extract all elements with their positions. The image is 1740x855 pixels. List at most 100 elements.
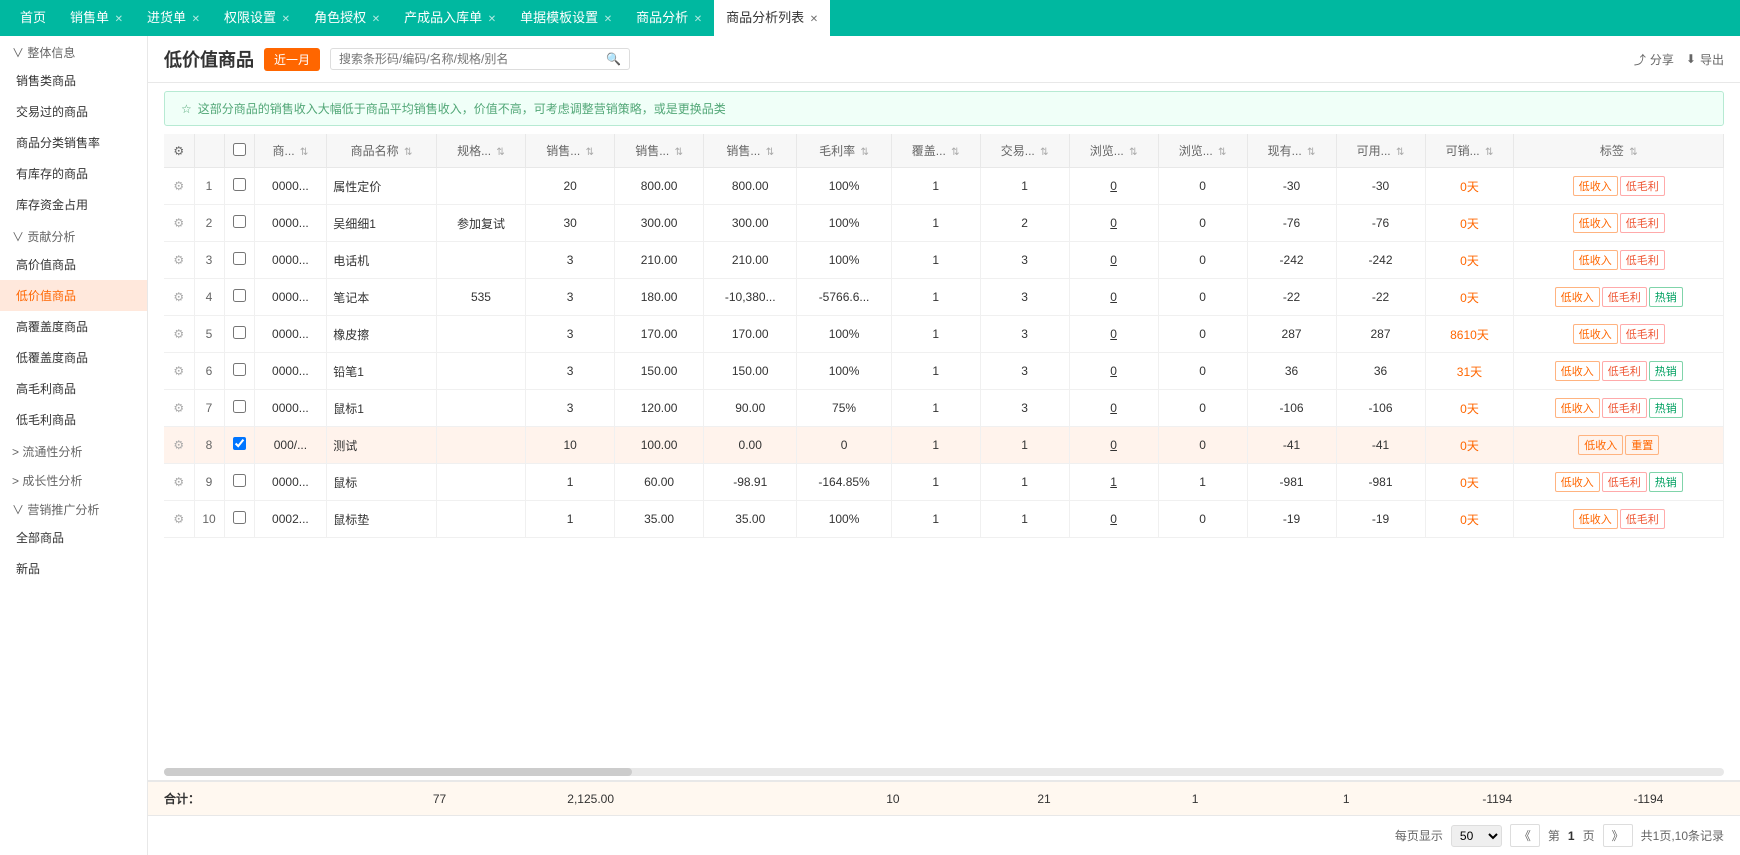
search-icon[interactable]: 🔍 xyxy=(606,52,621,66)
nav-home[interactable]: 首页 xyxy=(8,0,58,36)
sidebar-item-high-value[interactable]: 高价值商品 xyxy=(0,249,147,280)
row-checkbox[interactable] xyxy=(233,400,246,413)
scrollbar-thumb[interactable] xyxy=(164,768,632,776)
sidebar-group-contribution[interactable]: ∨ 贡献分析 xyxy=(0,220,147,249)
row-checkbox-cell[interactable] xyxy=(224,242,254,279)
nav-product-in[interactable]: 产成品入库单 ✕ xyxy=(392,0,508,36)
nav-close-goods-list[interactable]: ✕ xyxy=(810,14,818,25)
nav-sales[interactable]: 销售单 ✕ xyxy=(58,0,135,36)
views1-link[interactable]: 0 xyxy=(1110,253,1117,267)
row-checkbox[interactable] xyxy=(233,511,246,524)
nav-close-role[interactable]: ✕ xyxy=(372,14,380,25)
share-btn[interactable]: ⤴ 分享 xyxy=(1634,51,1674,68)
row-checkbox-cell[interactable] xyxy=(224,390,254,427)
per-page-select[interactable]: 50 100 200 xyxy=(1451,825,1502,847)
margin-col-header[interactable]: 毛利率 ⇅ xyxy=(797,134,891,168)
sidebar-item-high-coverage[interactable]: 高覆盖度商品 xyxy=(0,311,147,342)
current-col-header[interactable]: 现有... ⇅ xyxy=(1247,134,1336,168)
views1-link[interactable]: 0 xyxy=(1110,216,1117,230)
nav-goods-analysis[interactable]: 商品分析 ✕ xyxy=(624,0,714,36)
sidebar-item-high-margin[interactable]: 高毛利商品 xyxy=(0,373,147,404)
views1-link[interactable]: 1 xyxy=(1110,475,1117,489)
views1-link[interactable]: 0 xyxy=(1110,401,1117,415)
nav-close-product-in[interactable]: ✕ xyxy=(488,14,496,25)
nav-role[interactable]: 角色授权 ✕ xyxy=(302,0,392,36)
row-checkbox[interactable] xyxy=(233,178,246,191)
sidebar-item-capital[interactable]: 库存资金占用 xyxy=(0,189,147,220)
sidebar-item-all-goods[interactable]: 全部商品 xyxy=(0,522,147,553)
spec-col-header[interactable]: 规格... ⇅ xyxy=(436,134,525,168)
row-views1[interactable]: 0 xyxy=(1069,242,1158,279)
sidebar-item-sales-goods[interactable]: 销售类商品 xyxy=(0,65,147,96)
row-checkbox-cell[interactable] xyxy=(224,501,254,538)
nav-goods-list[interactable]: 商品分析列表 ✕ xyxy=(714,0,830,36)
row-name[interactable]: 鼠标1 xyxy=(327,390,436,427)
row-views1[interactable]: 0 xyxy=(1069,353,1158,390)
row-views1[interactable]: 0 xyxy=(1069,316,1158,353)
row-checkbox-cell[interactable] xyxy=(224,205,254,242)
row-name[interactable]: 鼠标 xyxy=(327,464,436,501)
sidebar-item-new-goods[interactable]: 新品 xyxy=(0,553,147,584)
row-views1[interactable]: 0 xyxy=(1069,427,1158,464)
salesamt-col-header[interactable]: 销售... ⇅ xyxy=(704,134,797,168)
views1-link[interactable]: 0 xyxy=(1110,179,1117,193)
sidebar-item-low-value[interactable]: 低价值商品 xyxy=(0,280,147,311)
search-input[interactable] xyxy=(339,52,606,66)
row-views1[interactable]: 0 xyxy=(1069,279,1158,316)
filter-recent-month-btn[interactable]: 近一月 xyxy=(264,48,320,71)
salesprice-col-header[interactable]: 销售... ⇅ xyxy=(615,134,704,168)
salesqty-col-header[interactable]: 销售... ⇅ xyxy=(526,134,615,168)
sidebar-item-stock-goods[interactable]: 有库存的商品 xyxy=(0,158,147,189)
sidebar-group-circulation[interactable]: > 流通性分析 xyxy=(0,435,147,464)
nav-close-sales[interactable]: ✕ xyxy=(115,14,123,25)
row-checkbox-cell[interactable] xyxy=(224,168,254,205)
sidebar-item-traded-goods[interactable]: 交易过的商品 xyxy=(0,96,147,127)
next-page-btn[interactable]: 》 xyxy=(1603,824,1633,847)
sidebar-item-low-coverage[interactable]: 低覆盖度商品 xyxy=(0,342,147,373)
tags-col-header[interactable]: 标签 ⇅ xyxy=(1514,134,1724,168)
row-views1[interactable]: 0 xyxy=(1069,501,1158,538)
views1-col-header[interactable]: 浏览... ⇅ xyxy=(1069,134,1158,168)
row-checkbox[interactable] xyxy=(233,363,246,376)
row-views1[interactable]: 0 xyxy=(1069,205,1158,242)
row-name[interactable]: 吴细细1 xyxy=(327,205,436,242)
views1-link[interactable]: 0 xyxy=(1110,290,1117,304)
row-checkbox-cell[interactable] xyxy=(224,279,254,316)
views1-link[interactable]: 0 xyxy=(1110,327,1117,341)
row-views1[interactable]: 0 xyxy=(1069,390,1158,427)
row-checkbox-cell[interactable] xyxy=(224,353,254,390)
nav-template[interactable]: 单据模板设置 ✕ xyxy=(508,0,624,36)
code-col-header[interactable]: 商... ⇅ xyxy=(254,134,327,168)
name-col-header[interactable]: 商品名称 ⇅ xyxy=(327,134,436,168)
sidebar-group-overall[interactable]: ∨ 整体信息 xyxy=(0,36,147,65)
views1-link[interactable]: 0 xyxy=(1110,364,1117,378)
nav-permission[interactable]: 权限设置 ✕ xyxy=(212,0,302,36)
row-checkbox[interactable] xyxy=(233,437,246,450)
row-views1[interactable]: 1 xyxy=(1069,464,1158,501)
row-checkbox[interactable] xyxy=(233,252,246,265)
row-name[interactable]: 属性定价 xyxy=(327,168,436,205)
nav-close-permission[interactable]: ✕ xyxy=(282,14,290,25)
export-btn[interactable]: ⬇ 导出 xyxy=(1686,51,1724,68)
sidebar-item-low-margin[interactable]: 低毛利商品 xyxy=(0,404,147,435)
sidebar-group-marketing[interactable]: ∨ 营销推广分析 xyxy=(0,493,147,522)
row-checkbox[interactable] xyxy=(233,326,246,339)
row-checkbox[interactable] xyxy=(233,215,246,228)
horizontal-scrollbar[interactable] xyxy=(164,768,1724,776)
nav-purchase[interactable]: 进货单 ✕ xyxy=(135,0,212,36)
sellable-col-header[interactable]: 可销... ⇅ xyxy=(1425,134,1514,168)
first-page-btn[interactable]: 《 xyxy=(1510,824,1540,847)
checkbox-col-header[interactable] xyxy=(224,134,254,168)
sidebar-item-category-rate[interactable]: 商品分类销售率 xyxy=(0,127,147,158)
transactions-col-header[interactable]: 交易... ⇅ xyxy=(980,134,1069,168)
row-name[interactable]: 电话机 xyxy=(327,242,436,279)
row-name[interactable]: 橡皮擦 xyxy=(327,316,436,353)
nav-close-purchase[interactable]: ✕ xyxy=(192,14,200,25)
views1-link[interactable]: 0 xyxy=(1110,438,1117,452)
row-checkbox-cell[interactable] xyxy=(224,427,254,464)
views1-link[interactable]: 0 xyxy=(1110,512,1117,526)
sidebar-group-growth[interactable]: > 成长性分析 xyxy=(0,464,147,493)
row-checkbox-cell[interactable] xyxy=(224,464,254,501)
select-all-checkbox[interactable] xyxy=(233,143,246,156)
views2-col-header[interactable]: 浏览... ⇅ xyxy=(1158,134,1247,168)
